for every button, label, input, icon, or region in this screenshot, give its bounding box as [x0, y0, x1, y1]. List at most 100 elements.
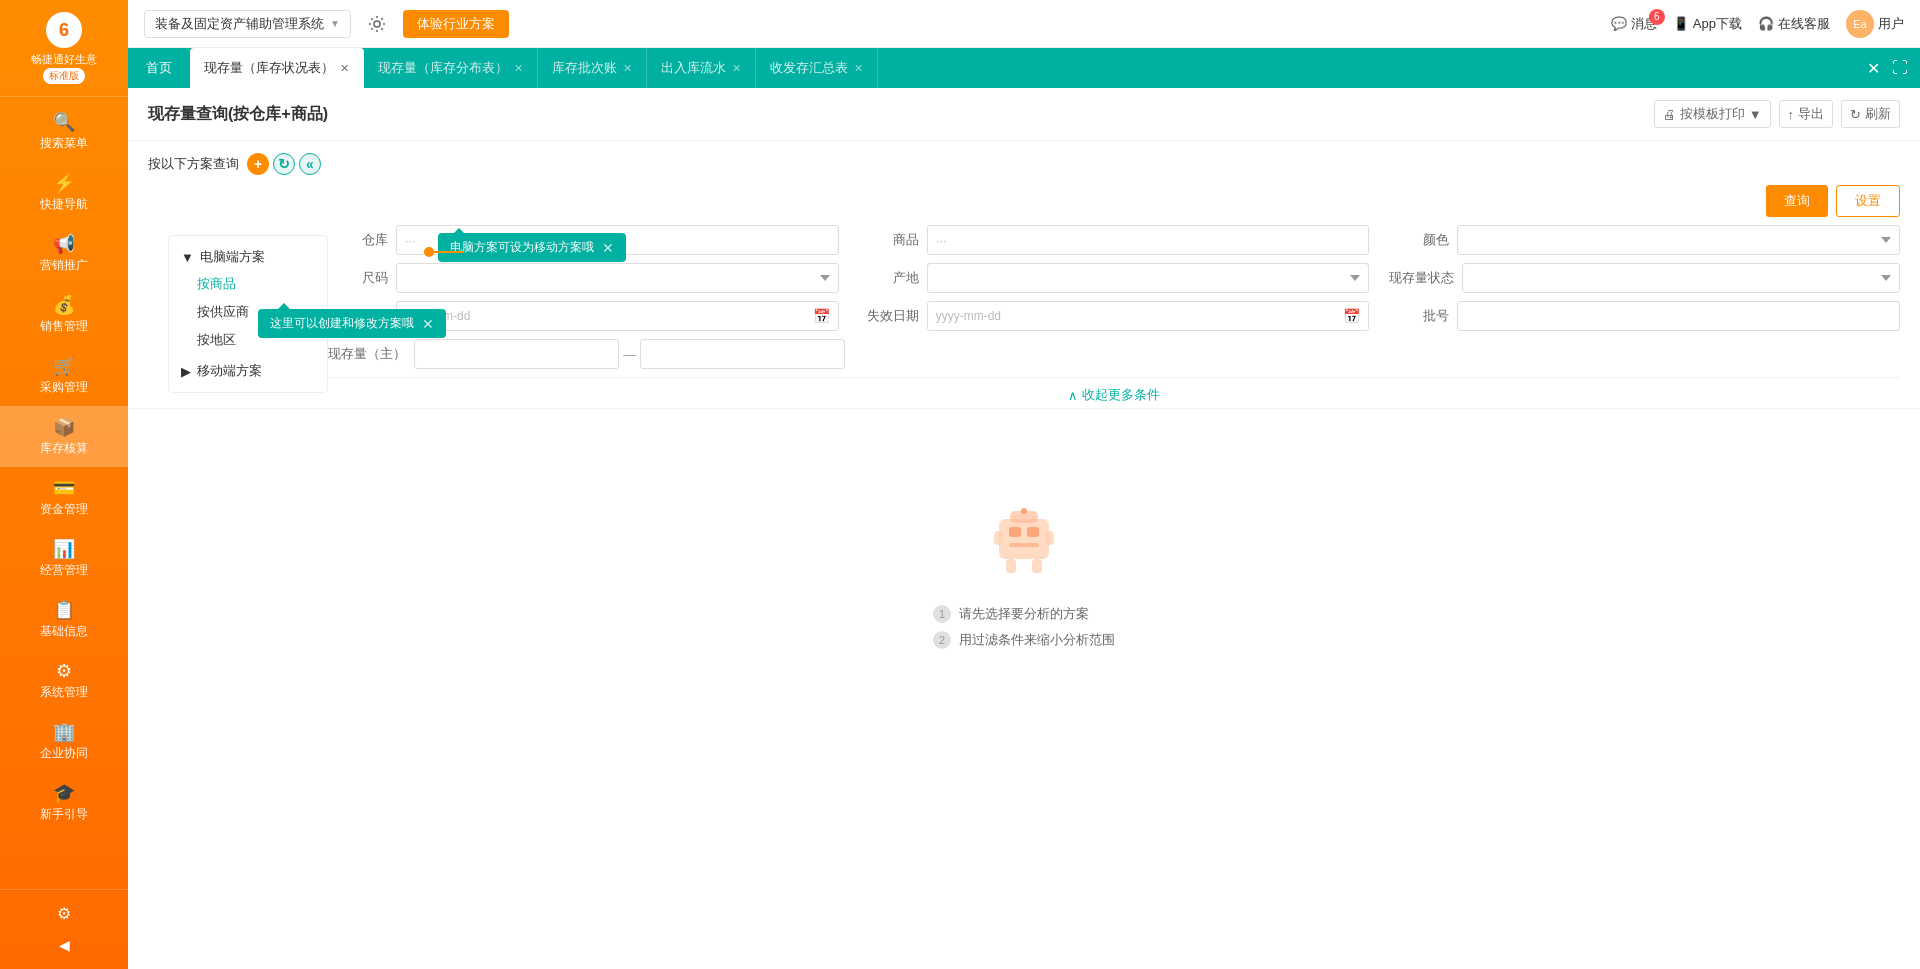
- origin-select[interactable]: [927, 263, 1370, 293]
- scheme-item-by-product[interactable]: 按商品: [169, 270, 327, 298]
- sidebar-collapse-button[interactable]: ◀: [53, 931, 76, 959]
- sidebar-item-label: 基础信息: [40, 623, 88, 640]
- filter-area: 按以下方案查询 + ↻ « 电脑方案可设为移动方案哦 ✕ 这里可以创建和修改方案…: [128, 141, 1920, 408]
- sidebar-item-finance[interactable]: 💳 资金管理: [0, 467, 128, 528]
- search-button[interactable]: 查询: [1766, 185, 1828, 217]
- tab-home[interactable]: 首页: [128, 48, 190, 88]
- app-selector[interactable]: 装备及固定资产辅助管理系统 ▼: [144, 10, 351, 38]
- add-scheme-button[interactable]: +: [247, 153, 269, 175]
- stock-qty-to[interactable]: [640, 339, 845, 369]
- stock-status-label: 现存量状态: [1389, 269, 1454, 287]
- tab-maximize-button[interactable]: ⛶: [1888, 55, 1912, 81]
- tab-close-icon[interactable]: ✕: [340, 62, 349, 75]
- tab-close-icon[interactable]: ✕: [854, 62, 863, 75]
- svg-rect-4: [1009, 543, 1039, 547]
- svg-rect-2: [1009, 527, 1021, 537]
- sidebar-item-search-menu[interactable]: 🔍 搜索菜单: [0, 101, 128, 162]
- print-button[interactable]: 🖨 按模板打印 ▼: [1654, 100, 1771, 128]
- user-menu-button[interactable]: Ea 用户: [1846, 10, 1904, 38]
- graduation-icon: 🎓: [53, 782, 75, 804]
- back-scheme-button[interactable]: «: [299, 153, 321, 175]
- headset-icon: 🎧: [1758, 16, 1774, 31]
- cart-icon: 🛒: [53, 355, 75, 377]
- filter-fields: 查询 设置 仓库 ··· 商品: [308, 185, 1900, 408]
- sidebar-item-quick-nav[interactable]: ⚡ 快捷导航: [0, 162, 128, 223]
- online-service-button[interactable]: 🎧 在线客服: [1758, 15, 1830, 33]
- stock-status-select[interactable]: [1462, 263, 1900, 293]
- svg-rect-7: [1006, 559, 1016, 573]
- refresh-button[interactable]: ↻ 刷新: [1841, 100, 1900, 128]
- experience-button[interactable]: 体验行业方案: [403, 10, 509, 38]
- logo-text: 畅捷通好生意: [31, 52, 97, 66]
- tab-inventory-dist[interactable]: 现存量（库存分布表） ✕: [364, 48, 538, 88]
- tab-close-icon[interactable]: ✕: [623, 62, 632, 75]
- svg-point-0: [374, 21, 380, 27]
- sidebar-bottom: ⚙ ◀: [0, 889, 128, 969]
- calendar-icon: 📅: [813, 308, 830, 324]
- sidebar-item-sales[interactable]: 💰 销售管理: [0, 284, 128, 345]
- tab-inventory-status[interactable]: 现存量（库存状况表） ✕: [190, 48, 364, 88]
- batch-input[interactable]: [1457, 301, 1900, 331]
- message-button[interactable]: 💬 消息 6: [1611, 15, 1657, 33]
- money-icon: 💰: [53, 294, 75, 316]
- search-icon: 🔍: [53, 111, 75, 133]
- tab-inventory-batch[interactable]: 库存批次账 ✕: [538, 48, 647, 88]
- empty-tip-2: 2 用过滤条件来缩小分析范围: [933, 631, 1115, 649]
- sidebar: 6 畅捷通好生意 标准版 🔍 搜索菜单 ⚡ 快捷导航 📢 营销推广 💰 销售管理…: [0, 0, 128, 969]
- sidebar-item-new-guide[interactable]: 🎓 新手引导: [0, 772, 128, 833]
- triangle-icon: ▶: [181, 364, 191, 379]
- tab-close-icon[interactable]: ✕: [514, 62, 523, 75]
- sidebar-item-inventory[interactable]: 📦 库存核算: [0, 406, 128, 467]
- phone-icon: 📱: [1673, 16, 1689, 31]
- svg-rect-3: [1027, 527, 1039, 537]
- stock-qty-from[interactable]: [414, 339, 619, 369]
- message-icon: 💬: [1611, 16, 1627, 31]
- avatar-text: Ea: [1846, 10, 1874, 38]
- sidebar-item-purchase[interactable]: 🛒 采购管理: [0, 345, 128, 406]
- header-settings-button[interactable]: [363, 10, 391, 38]
- sidebar-item-label: 营销推广: [40, 257, 88, 274]
- tooltip-close-button[interactable]: ✕: [602, 240, 614, 256]
- filter-row-expire-date: 失效日期 yyyy-mm-dd 📅: [859, 301, 1370, 331]
- filter-row-product: 商品 ···: [859, 225, 1370, 255]
- refresh-scheme-button[interactable]: ↻: [273, 153, 295, 175]
- warehouse-label: 仓库: [328, 231, 388, 249]
- tab-close-all-button[interactable]: ✕: [1863, 55, 1884, 82]
- megaphone-icon: 📢: [53, 233, 75, 255]
- sidebar-item-label: 系统管理: [40, 684, 88, 701]
- color-select[interactable]: [1457, 225, 1900, 255]
- expire-date-from[interactable]: yyyy-mm-dd 📅: [927, 301, 1370, 331]
- produce-date-from[interactable]: yyyy-mm-dd 📅: [396, 301, 839, 331]
- collapse-button[interactable]: ∧ 收起更多条件: [1068, 386, 1160, 404]
- sidebar-item-marketing[interactable]: 📢 营销推广: [0, 223, 128, 284]
- sidebar-item-operation[interactable]: 📊 经营管理: [0, 528, 128, 589]
- size-select[interactable]: [396, 263, 839, 293]
- app-download-button[interactable]: 📱 App下载: [1673, 15, 1742, 33]
- sidebar-settings-btn[interactable]: ⚙: [53, 900, 75, 927]
- triangle-icon: ▼: [181, 250, 194, 265]
- sidebar-item-basic-info[interactable]: 📋 基础信息: [0, 589, 128, 650]
- edit-tooltip: 这里可以创建和修改方案哦 ✕: [258, 309, 446, 338]
- flash-icon: ⚡: [53, 172, 75, 194]
- sidebar-item-label: 企业协同: [40, 745, 88, 762]
- reset-button[interactable]: 设置: [1836, 185, 1900, 217]
- tab-collect-summary[interactable]: 收发存汇总表 ✕: [756, 48, 878, 88]
- logo-icon: 6: [46, 12, 82, 48]
- tab-close-icon[interactable]: ✕: [732, 62, 741, 75]
- export-button[interactable]: ↑ 导出: [1779, 100, 1834, 128]
- desktop-scheme-group[interactable]: ▼ 电脑端方案: [169, 244, 327, 270]
- export-icon: ↑: [1788, 107, 1795, 122]
- sidebar-item-enterprise[interactable]: 🏢 企业协同: [0, 711, 128, 772]
- tooltip-edit-close-button[interactable]: ✕: [422, 316, 434, 332]
- product-input[interactable]: ···: [927, 225, 1370, 255]
- tab-in-out-flow[interactable]: 出入库流水 ✕: [647, 48, 756, 88]
- filter-row-stock-qty: 现存量（主） —: [328, 339, 845, 369]
- sidebar-item-system[interactable]: ⚙ 系统管理: [0, 650, 128, 711]
- page-title: 现存量查询(按仓库+商品): [148, 104, 328, 125]
- mobile-scheme-group[interactable]: ▶ 移动端方案: [169, 358, 327, 384]
- empty-state: 1 请先选择要分析的方案 2 用过滤条件来缩小分析范围: [128, 409, 1920, 729]
- refresh-icon: ↻: [1850, 107, 1861, 122]
- expire-date-label: 失效日期: [859, 307, 919, 325]
- tab-bar: 首页 现存量（库存状况表） ✕ 现存量（库存分布表） ✕ 库存批次账 ✕ 出入库…: [128, 48, 1920, 88]
- chevron-up-icon: ∧: [1068, 388, 1078, 403]
